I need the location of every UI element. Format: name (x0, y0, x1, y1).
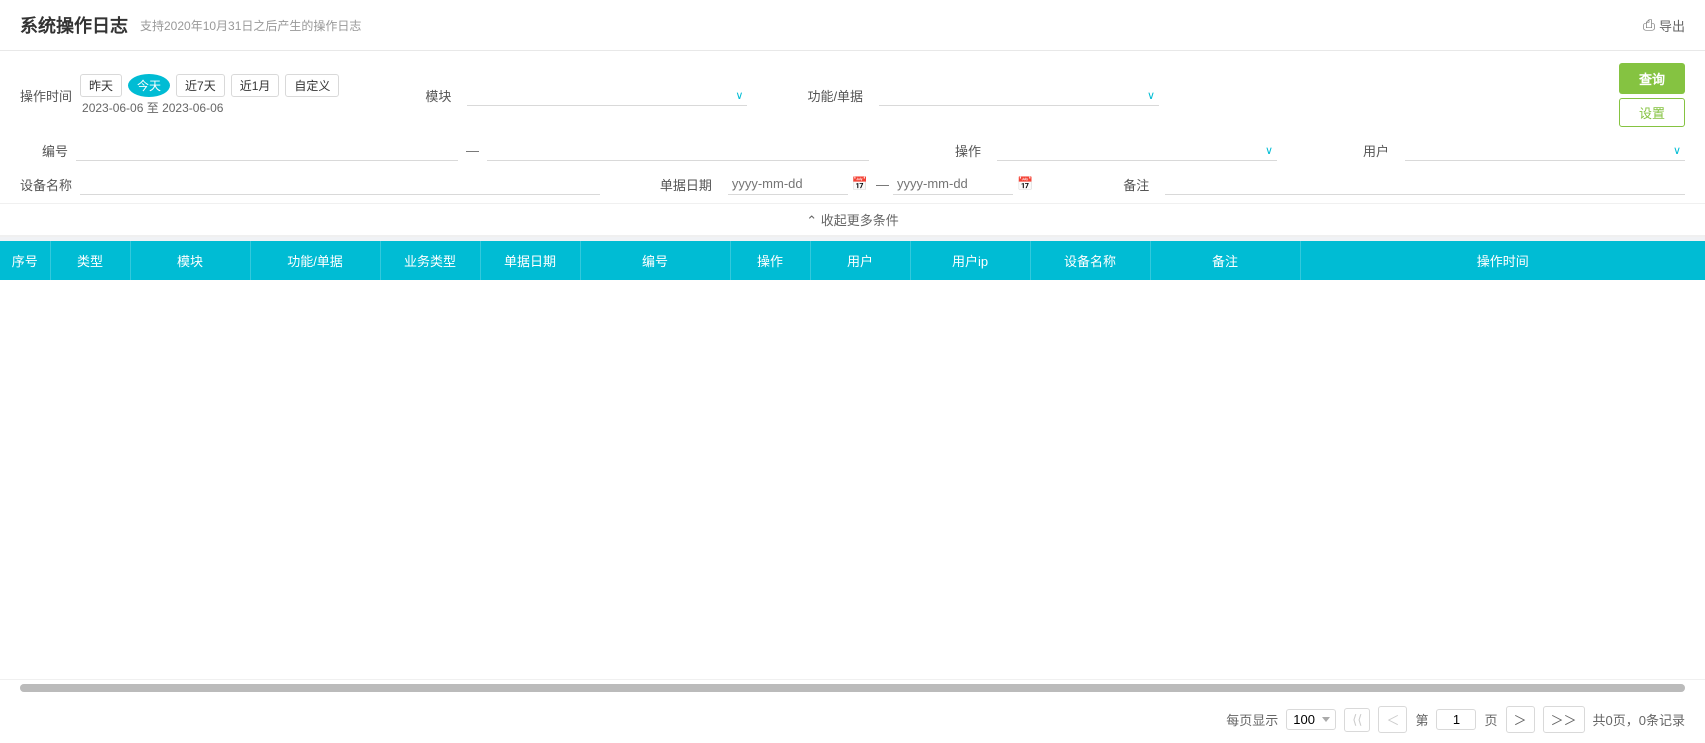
col-function: 功能/单据 (250, 241, 380, 280)
function-label: 功能/单据 (807, 86, 871, 105)
time-label: 操作时间 (20, 86, 80, 105)
pagination: 每页显示 50 100 200 ⟨⟨ ＜ 第 页 ＞ ＞＞ 共0页，0条记录 (0, 696, 1705, 743)
last-page-button[interactable]: ＞＞ (1543, 706, 1585, 733)
collapse-label: 收起更多条件 (821, 213, 899, 228)
operation-select[interactable] (997, 139, 1277, 161)
settings-button[interactable]: 设置 (1619, 98, 1685, 127)
page-total: 共0页，0条记录 (1593, 710, 1685, 729)
module-select[interactable] (467, 84, 747, 106)
collapse-button[interactable]: ⌃ 收起更多条件 (806, 210, 899, 229)
col-user: 用户 (810, 241, 910, 280)
collapse-bar: ⌃ 收起更多条件 (0, 203, 1705, 235)
action-buttons: 查询 设置 (1619, 63, 1685, 127)
number-input-to[interactable] (487, 139, 869, 161)
time-btn-today[interactable]: 今天 (128, 74, 170, 97)
user-label: 用户 (1337, 141, 1397, 160)
filter-row-2: 编号 — 操作 ∨ 用户 ∨ (0, 135, 1705, 169)
page-size-label: 每页显示 (1226, 710, 1278, 729)
col-op-time: 操作时间 (1300, 241, 1705, 280)
date-from-input[interactable] (728, 173, 848, 195)
module-label: 模块 (399, 86, 459, 105)
export-button[interactable]: ⎙ 导出 (1643, 16, 1685, 35)
number-input-from[interactable] (76, 139, 458, 161)
page-subtitle: 支持2020年10月31日之后产生的操作日志 (140, 17, 361, 34)
col-seq: 序号 (0, 241, 50, 280)
date-to-input[interactable] (893, 173, 1013, 195)
collapse-icon: ⌃ (806, 213, 821, 228)
col-operation: 操作 (730, 241, 810, 280)
time-btn-7days[interactable]: 近7天 (176, 74, 225, 97)
number-label: 编号 (20, 141, 76, 160)
time-btn-yesterday[interactable]: 昨天 (80, 74, 122, 97)
number-dash: — (466, 143, 479, 158)
operation-label: 操作 (929, 141, 989, 160)
filter-row-1: 操作时间 昨天 今天 近7天 近1月 自定义 2023-06-06 至 2023… (0, 51, 1705, 135)
page-container: 系统操作日志 支持2020年10月31日之后产生的操作日志 ⎙ 导出 操作时间 … (0, 0, 1705, 743)
page-number-input[interactable] (1436, 709, 1476, 730)
col-voucher-date: 单据日期 (480, 241, 580, 280)
col-module: 模块 (130, 241, 250, 280)
col-type: 类型 (50, 241, 130, 280)
page-header: 系统操作日志 支持2020年10月31日之后产生的操作日志 ⎙ 导出 (0, 0, 1705, 51)
page-size-select[interactable]: 50 100 200 (1286, 709, 1336, 730)
scrollbar-area (0, 679, 1705, 696)
table-header-row: 序号 类型 模块 功能/单据 业务类型 单据日期 编号 操作 用户 用户ip 设… (0, 241, 1705, 280)
next-page-button[interactable]: ＞ (1506, 706, 1535, 733)
user-select[interactable] (1405, 139, 1685, 161)
filter-row-3: 设备名称 单据日期 📅 — 📅 备注 (0, 169, 1705, 203)
first-page-button[interactable]: ⟨⟨ (1344, 708, 1370, 732)
empty-area (0, 280, 1705, 630)
device-label: 设备名称 (20, 175, 80, 194)
page-unit: 页 (1484, 710, 1497, 729)
time-btn-1month[interactable]: 近1月 (231, 74, 280, 97)
device-input[interactable] (80, 173, 600, 195)
prev-page-button[interactable]: ＜ (1378, 706, 1407, 733)
scrollbar-track (20, 684, 1685, 692)
scrollbar-thumb[interactable] (20, 684, 1685, 692)
col-remark: 备注 (1150, 241, 1300, 280)
page-title: 系统操作日志 (20, 12, 128, 38)
export-icon: ⎙ (1643, 17, 1655, 34)
date-dash: — (876, 177, 889, 192)
voucher-date-label: 单据日期 (660, 175, 720, 194)
col-user-ip: 用户ip (910, 241, 1030, 280)
filter-area: 操作时间 昨天 今天 近7天 近1月 自定义 2023-06-06 至 2023… (0, 51, 1705, 237)
col-business-type: 业务类型 (380, 241, 480, 280)
function-select[interactable] (879, 84, 1159, 106)
query-button[interactable]: 查询 (1619, 63, 1685, 94)
col-number: 编号 (580, 241, 730, 280)
table-container: 序号 类型 模块 功能/单据 业务类型 单据日期 编号 操作 用户 用户ip 设… (0, 241, 1705, 679)
page-label: 第 (1415, 710, 1428, 729)
data-table: 序号 类型 模块 功能/单据 业务类型 单据日期 编号 操作 用户 用户ip 设… (0, 241, 1705, 280)
remark-label: 备注 (1097, 175, 1157, 194)
time-btn-custom[interactable]: 自定义 (285, 74, 339, 97)
remark-input[interactable] (1165, 173, 1685, 195)
export-label: 导出 (1659, 16, 1685, 35)
date-range-display: 2023-06-06 至 2023-06-06 (80, 99, 339, 116)
col-device: 设备名称 (1030, 241, 1150, 280)
calendar-icon-to[interactable]: 📅 (1017, 176, 1033, 192)
calendar-icon-from[interactable]: 📅 (852, 176, 868, 192)
